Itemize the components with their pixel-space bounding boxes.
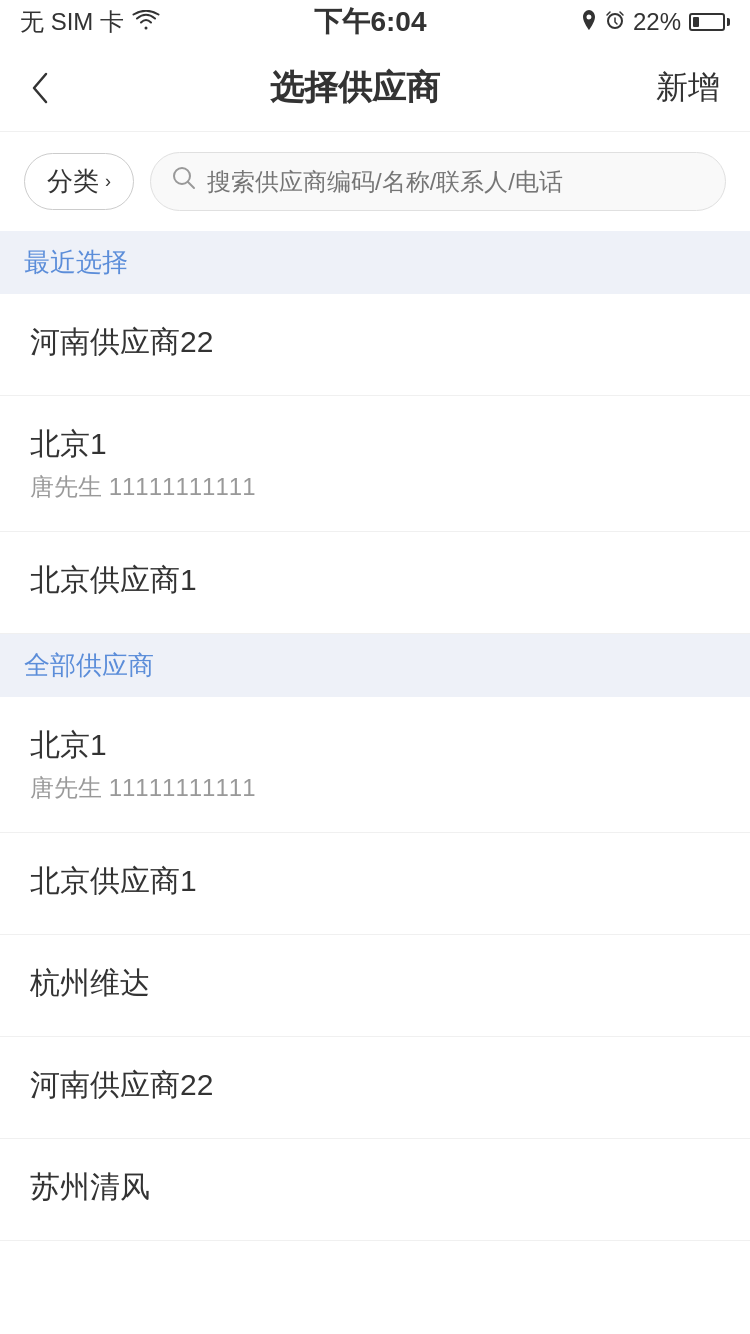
wifi-icon [132,8,160,36]
add-button[interactable]: 新增 [656,66,720,110]
search-icon [171,165,197,198]
list-item[interactable]: 苏州清风 [0,1139,750,1241]
battery-icon [689,13,730,31]
list-item[interactable]: 北京1 唐先生 11111111111 [0,697,750,833]
chevron-right-icon: › [105,171,111,192]
item-contact: 唐先生 11111111111 [30,471,720,503]
category-button[interactable]: 分类 › [24,153,134,210]
list-item[interactable]: 北京供应商1 [0,532,750,634]
status-right: 22% [581,8,730,36]
item-name: 北京供应商1 [30,861,720,902]
list-item[interactable]: 河南供应商22 [0,1037,750,1139]
filter-bar: 分类 › [0,132,750,231]
list-item[interactable]: 杭州维达 [0,935,750,1037]
alarm-icon [605,8,625,36]
nav-bar: 选择供应商 新增 [0,44,750,132]
item-name: 苏州清风 [30,1167,720,1208]
section-header-recent: 最近选择 [0,231,750,294]
list-item[interactable]: 北京1 唐先生 11111111111 [0,396,750,532]
item-name: 河南供应商22 [30,322,720,363]
item-name: 河南供应商22 [30,1065,720,1106]
section-header-all: 全部供应商 [0,634,750,697]
status-bar: 无 SIM 卡 下午6:04 22% [0,0,750,44]
status-time: 下午6:04 [314,3,426,41]
sim-status: 无 SIM 卡 [20,6,124,38]
location-icon [581,8,597,36]
search-input[interactable] [207,168,705,196]
search-box[interactable] [150,152,726,211]
category-label: 分类 [47,164,99,199]
list-item[interactable]: 河南供应商22 [0,294,750,396]
item-name: 杭州维达 [30,963,720,1004]
item-name: 北京1 [30,424,720,465]
battery-percent: 22% [633,8,681,36]
back-button[interactable] [30,68,54,108]
sections-container: 最近选择河南供应商22 北京1 唐先生 11111111111 北京供应商1 全部供应商… [0,231,750,1241]
list-item[interactable]: 北京供应商1 [0,833,750,935]
status-left: 无 SIM 卡 [20,6,160,38]
item-name: 北京1 [30,725,720,766]
item-name: 北京供应商1 [30,560,720,601]
page-title: 选择供应商 [270,65,440,111]
item-contact: 唐先生 11111111111 [30,772,720,804]
